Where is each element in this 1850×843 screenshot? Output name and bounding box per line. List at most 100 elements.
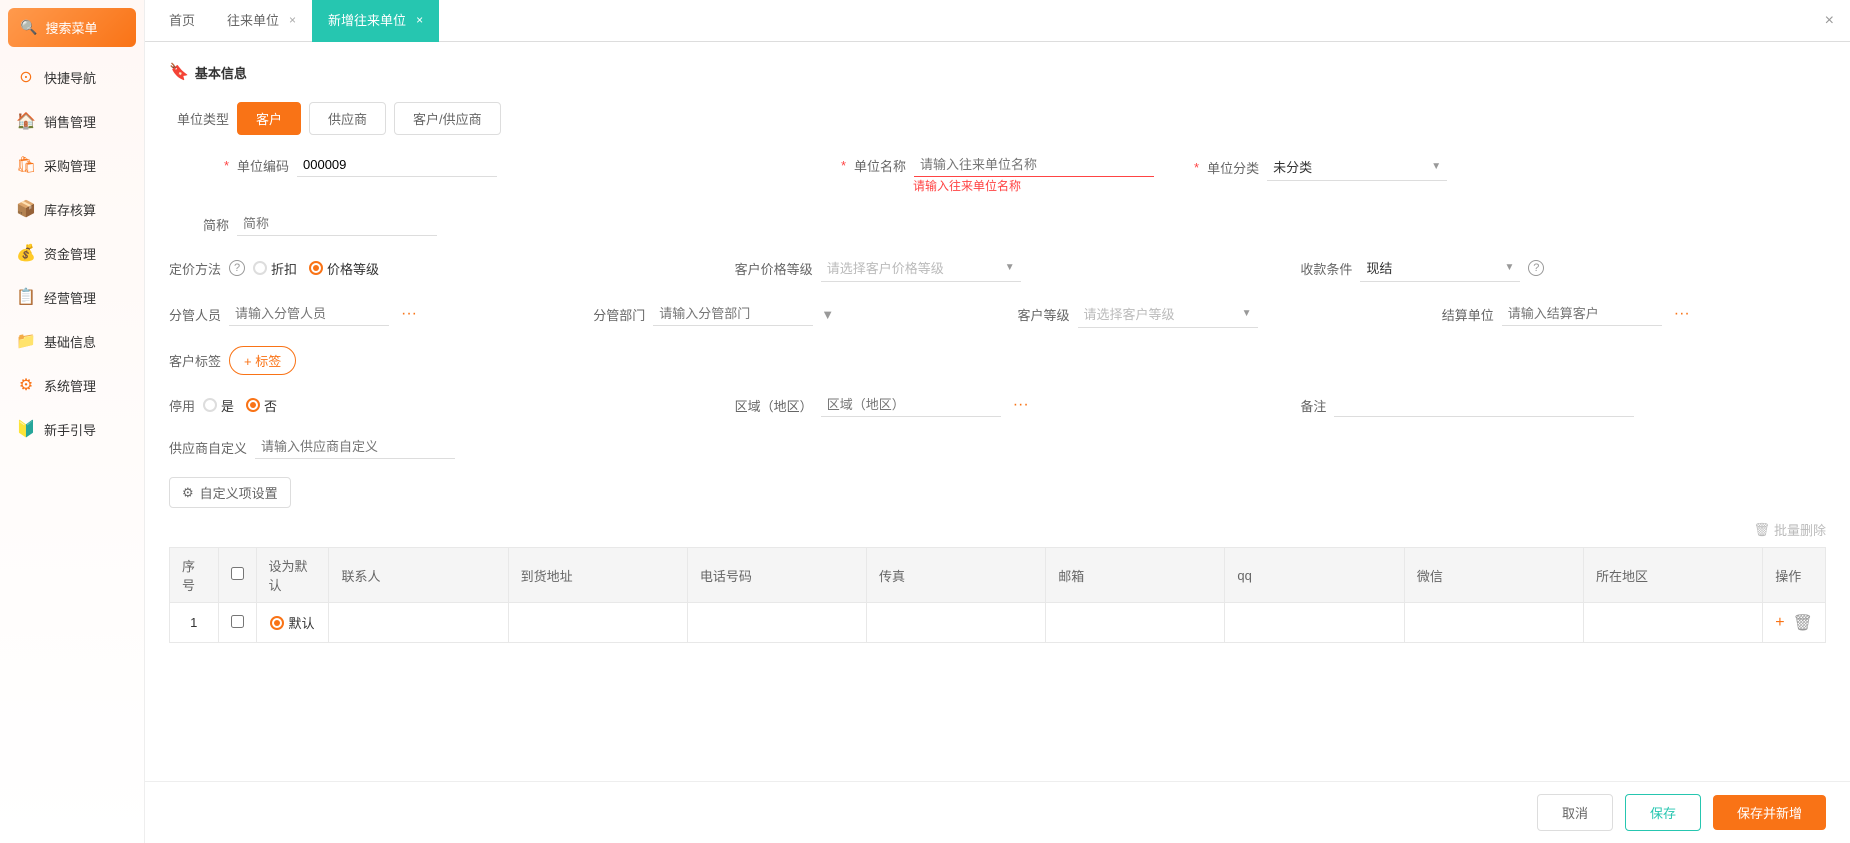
settlement-label: 结算单位 [1442, 305, 1494, 324]
manager-input[interactable] [229, 302, 389, 326]
close-new-contact-tab[interactable]: × [416, 13, 423, 27]
tag-row: 客户标签 + 标签 [169, 346, 1826, 375]
tab-contacts[interactable]: 往来单位 × [211, 0, 312, 42]
customer-level-select[interactable]: 请选择客户等级 ▼ [1078, 300, 1258, 328]
department-input[interactable] [653, 302, 813, 326]
sidebar-item-operations[interactable]: 📋 经营管理 [0, 275, 144, 319]
col-contact: 联系人 [329, 548, 508, 603]
sales-icon: 🏠 [16, 111, 36, 131]
department-chevron: ▼ [821, 307, 834, 322]
payment-help-icon[interactable]: ? [1528, 260, 1544, 276]
customer-price-label: 客户价格等级 [735, 259, 813, 278]
save-new-button[interactable]: 保存并新增 [1713, 795, 1826, 830]
sidebar-item-new-guide[interactable]: 🔰 新手引导 [0, 407, 144, 451]
sidebar-item-sales[interactable]: 🏠 销售管理 [0, 99, 144, 143]
contact-input[interactable] [341, 611, 480, 634]
phone-input[interactable] [700, 611, 839, 634]
sidebar-item-inventory[interactable]: 📦 库存核算 [0, 187, 144, 231]
payment-condition-value: 现结 [1366, 258, 1500, 277]
batch-delete-label: 批量删除 [1774, 520, 1826, 539]
sidebar-item-system[interactable]: ⚙ 系统管理 [0, 363, 144, 407]
pricing-radio-discount[interactable]: 折扣 [253, 259, 297, 278]
default-radio-circle [270, 616, 284, 630]
pricing-method-group: 定价方法 ? 折扣 价格等级 [169, 259, 695, 278]
payment-condition-select[interactable]: 现结 ▼ [1360, 254, 1520, 282]
sidebar-item-search[interactable]: 🔍 搜索菜单 [8, 8, 136, 47]
sidebar-item-label: 经营管理 [44, 288, 96, 307]
unit-btn-both[interactable]: 客户/供应商 [394, 102, 501, 135]
unit-category-select[interactable]: 未分类 ▼ [1267, 153, 1447, 181]
manager-ellipsis[interactable]: ··· [397, 305, 421, 323]
qq-input[interactable] [1237, 611, 1376, 634]
col-wechat: 微信 [1404, 548, 1583, 603]
settlement-input[interactable] [1502, 302, 1662, 326]
delete-row-button[interactable]: 🗑 [1793, 613, 1813, 633]
disable-yes-radio[interactable]: 是 [203, 396, 234, 415]
disable-label: 停用 [169, 396, 195, 415]
close-contacts-tab[interactable]: × [289, 13, 296, 27]
pricing-radio-discount-label: 折扣 [271, 259, 297, 278]
cancel-button[interactable]: 取消 [1537, 794, 1613, 831]
sidebar-item-label: 库存核算 [44, 200, 96, 219]
gear-icon: ⚙ [182, 485, 194, 501]
sidebar-item-purchase[interactable]: 🛍 采购管理 [0, 143, 144, 187]
unit-name-input[interactable] [914, 153, 1154, 177]
batch-delete-btn[interactable]: 🗑 批量删除 [169, 520, 1826, 539]
customer-price-select[interactable]: 请选择客户价格等级 ▼ [821, 254, 1021, 282]
pricing-help-icon[interactable]: ? [229, 260, 245, 276]
region-ellipsis[interactable]: ··· [1009, 396, 1033, 414]
wechat-input[interactable] [1417, 611, 1556, 634]
unit-code-label: 单位编码 [237, 156, 289, 175]
sidebar-item-quick-nav[interactable]: ⊙ 快捷导航 [0, 55, 144, 99]
disable-radio-group: 是 否 [203, 396, 277, 415]
col-email: 邮箱 [1046, 548, 1225, 603]
fax-input[interactable] [879, 611, 1018, 634]
basic-info-icon: 📁 [16, 331, 36, 351]
unit-btn-customer[interactable]: 客户 [237, 102, 301, 135]
custom-settings-button[interactable]: ⚙ 自定义项设置 [169, 477, 291, 508]
settlement-ellipsis[interactable]: ··· [1670, 305, 1694, 323]
unit-btn-supplier[interactable]: 供应商 [309, 102, 386, 135]
disable-no-radio[interactable]: 否 [246, 396, 277, 415]
alias-input[interactable] [237, 212, 437, 236]
table-header-row: 序号 设为默认 联系人 到货地址 电话号码 传真 邮箱 qq 微信 所在地区 [170, 548, 1826, 603]
add-tag-button[interactable]: + 标签 [229, 346, 296, 375]
row-checkbox[interactable] [231, 615, 244, 628]
pricing-radio-level[interactable]: 价格等级 [309, 259, 379, 278]
col-seq: 序号 [170, 548, 219, 603]
customer-level-label: 客户等级 [1018, 305, 1070, 324]
cell-checkbox [218, 603, 256, 643]
default-radio[interactable]: 默认 [269, 613, 317, 632]
supplier-custom-input[interactable] [255, 435, 455, 459]
select-all-checkbox[interactable] [231, 567, 244, 580]
footer-bar: 取消 保存 保存并新增 [145, 781, 1850, 843]
unit-category-group: * 单位分类 未分类 ▼ [1194, 153, 1826, 181]
email-input[interactable] [1058, 611, 1197, 634]
action-buttons: + 🗑 [1775, 613, 1813, 633]
customer-price-group: 客户价格等级 请选择客户价格等级 ▼ [735, 254, 1261, 282]
unit-code-input[interactable] [297, 153, 497, 177]
cell-email [1046, 603, 1225, 643]
col-qq: qq [1225, 548, 1404, 603]
col-fax: 传真 [867, 548, 1046, 603]
save-button[interactable]: 保存 [1625, 794, 1701, 831]
remark-input[interactable] [1334, 393, 1634, 417]
close-all-tabs[interactable]: × [1817, 12, 1842, 30]
region-group: 区域（地区） ··· [735, 393, 1261, 417]
unit-type-group: 单位类型 客户 供应商 客户/供应商 [169, 102, 1826, 135]
sidebar-item-basic-info[interactable]: 📁 基础信息 [0, 319, 144, 363]
tab-home[interactable]: 首页 [153, 0, 211, 42]
sidebar-item-finance[interactable]: 💰 资金管理 [0, 231, 144, 275]
add-row-button[interactable]: + [1775, 614, 1784, 632]
contacts-table: 序号 设为默认 联系人 到货地址 电话号码 传真 邮箱 qq 微信 所在地区 [169, 547, 1826, 643]
sidebar-item-label: 快捷导航 [44, 68, 96, 87]
cell-seq: 1 [170, 603, 219, 643]
tab-new-contact[interactable]: 新增往来单位 × [312, 0, 439, 42]
region-cell-input[interactable] [1596, 611, 1735, 634]
pricing-method-label: 定价方法 [169, 259, 221, 278]
search-icon: 🔍 [20, 19, 37, 36]
unit-name-group-wrap: * 单位名称 请输入往来单位名称 [841, 153, 1154, 194]
address-input[interactable] [521, 611, 660, 634]
region-input[interactable] [821, 393, 1001, 417]
radio-discount-circle [253, 261, 267, 275]
